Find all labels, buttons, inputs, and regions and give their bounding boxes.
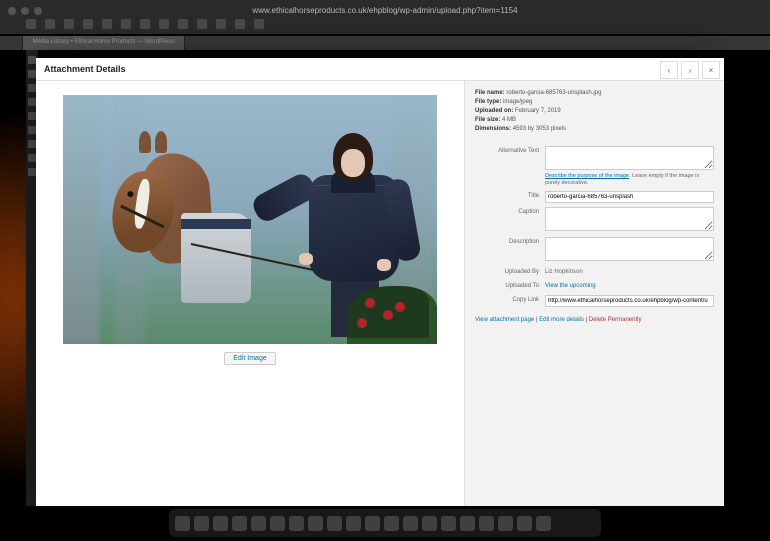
description-label: Description — [475, 237, 545, 263]
close-window-icon[interactable] — [8, 7, 16, 15]
dock-app-icon[interactable] — [403, 516, 418, 531]
dock-app-icon[interactable] — [213, 516, 228, 531]
edit-more-details-link[interactable]: Edit more details — [539, 317, 584, 323]
copy-link-label: Copy Link — [475, 295, 545, 307]
uploaded-by-value: Liz Hopkinson — [545, 267, 583, 277]
toolbar-icon[interactable] — [159, 19, 169, 29]
next-attachment-button[interactable]: › — [681, 61, 699, 79]
dock-app-icon[interactable] — [517, 516, 532, 531]
uploaded-to-link[interactable]: View the upcoming — [545, 281, 596, 291]
copy-link-input[interactable] — [545, 295, 714, 307]
close-modal-button[interactable]: × — [702, 61, 720, 79]
toolbar-icon[interactable] — [216, 19, 226, 29]
caption-label: Caption — [475, 207, 545, 233]
sidebar-item-icon[interactable] — [28, 98, 36, 106]
meta-file-size: File size: 4 MB — [475, 116, 714, 125]
sidebar-item-icon[interactable] — [28, 112, 36, 120]
description-input[interactable] — [545, 237, 714, 261]
minimize-window-icon[interactable] — [21, 7, 29, 15]
horse-illustration — [111, 143, 231, 303]
alt-text-label: Alternative Text — [475, 146, 545, 187]
delete-permanently-link[interactable]: Delete Permanently — [589, 317, 642, 323]
toolbar-icon[interactable] — [102, 19, 112, 29]
toolbar-icon[interactable] — [83, 19, 93, 29]
toolbar-icon[interactable] — [254, 19, 264, 29]
attachment-details-sidebar: File name: roberto-garcia-685763-unsplas… — [464, 81, 724, 506]
alt-text-hint: Describe the purpose of the image. Leave… — [545, 173, 714, 187]
meta-uploaded-on: Uploaded on: February 7, 2019 — [475, 107, 714, 116]
sidebar-item-icon[interactable] — [28, 56, 36, 64]
sidebar-item-icon[interactable] — [28, 126, 36, 134]
dock-app-icon[interactable] — [270, 516, 285, 531]
browser-chrome: www.ethicalhorseproducts.co.uk/ehpblog/w… — [0, 0, 770, 34]
toolbar-icons — [26, 19, 264, 29]
toolbar-icon[interactable] — [45, 19, 55, 29]
zoom-window-icon[interactable] — [34, 7, 42, 15]
dock-app-icon[interactable] — [346, 516, 361, 531]
meta-file-name: File name: roberto-garcia-685763-unsplas… — [475, 89, 714, 98]
window-controls — [8, 7, 42, 15]
uploaded-to-label: Uploaded To — [475, 281, 545, 291]
modal-header: Attachment Details ‹ › × — [36, 58, 724, 81]
attachment-actions: View attachment page | Edit more details… — [475, 317, 714, 323]
dock-app-icon[interactable] — [308, 516, 323, 531]
toolbar-icon[interactable] — [121, 19, 131, 29]
caption-input[interactable] — [545, 207, 714, 231]
browser-tab[interactable] — [0, 36, 23, 50]
alt-text-hint-link[interactable]: Describe the purpose of the image — [545, 173, 629, 179]
browser-tab-active[interactable]: Media Library • Ethical Horse Products —… — [23, 36, 186, 50]
modal-title: Attachment Details — [44, 64, 126, 74]
macos-dock — [169, 509, 601, 537]
url-bar[interactable]: www.ethicalhorseproducts.co.uk/ehpblog/w… — [252, 6, 517, 15]
sidebar-item-icon[interactable] — [28, 140, 36, 148]
browser-tabs: Media Library • Ethical Horse Products —… — [0, 36, 770, 50]
dock-app-icon[interactable] — [479, 516, 494, 531]
toolbar-icon[interactable] — [197, 19, 207, 29]
toolbar-icon[interactable] — [140, 19, 150, 29]
attachment-preview-pane: Edit Image — [36, 81, 464, 506]
dock-app-icon[interactable] — [498, 516, 513, 531]
toolbar-icon[interactable] — [26, 19, 36, 29]
dock-app-icon[interactable] — [194, 516, 209, 531]
dock-app-icon[interactable] — [441, 516, 456, 531]
meta-dimensions: Dimensions: 4593 by 3053 pixels — [475, 125, 714, 134]
sidebar-item-icon[interactable] — [28, 70, 36, 78]
meta-file-type: File type: image/jpeg — [475, 98, 714, 107]
dock-app-icon[interactable] — [232, 516, 247, 531]
view-attachment-link[interactable]: View attachment page — [475, 317, 534, 323]
attachment-modal: Attachment Details ‹ › × — [36, 58, 724, 506]
prev-attachment-button[interactable]: ‹ — [660, 61, 678, 79]
dock-app-icon[interactable] — [251, 516, 266, 531]
uploaded-by-label: Uploaded By — [475, 267, 545, 277]
dock-app-icon[interactable] — [384, 516, 399, 531]
sidebar-item-icon[interactable] — [28, 84, 36, 92]
toolbar-icon[interactable] — [235, 19, 245, 29]
dock-app-icon[interactable] — [422, 516, 437, 531]
toolbar-icon[interactable] — [178, 19, 188, 29]
dock-app-icon[interactable] — [327, 516, 342, 531]
dock-app-icon[interactable] — [289, 516, 304, 531]
sidebar-item-icon[interactable] — [28, 168, 36, 176]
title-label: Title — [475, 191, 545, 203]
attachment-image — [63, 95, 437, 344]
edit-image-button[interactable]: Edit Image — [224, 352, 275, 365]
alt-text-input[interactable] — [545, 146, 714, 170]
dock-app-icon[interactable] — [175, 516, 190, 531]
dock-app-icon[interactable] — [365, 516, 380, 531]
title-input[interactable] — [545, 191, 714, 203]
dock-app-icon[interactable] — [460, 516, 475, 531]
dock-app-icon[interactable] — [536, 516, 551, 531]
sidebar-item-icon[interactable] — [28, 154, 36, 162]
toolbar-icon[interactable] — [64, 19, 74, 29]
